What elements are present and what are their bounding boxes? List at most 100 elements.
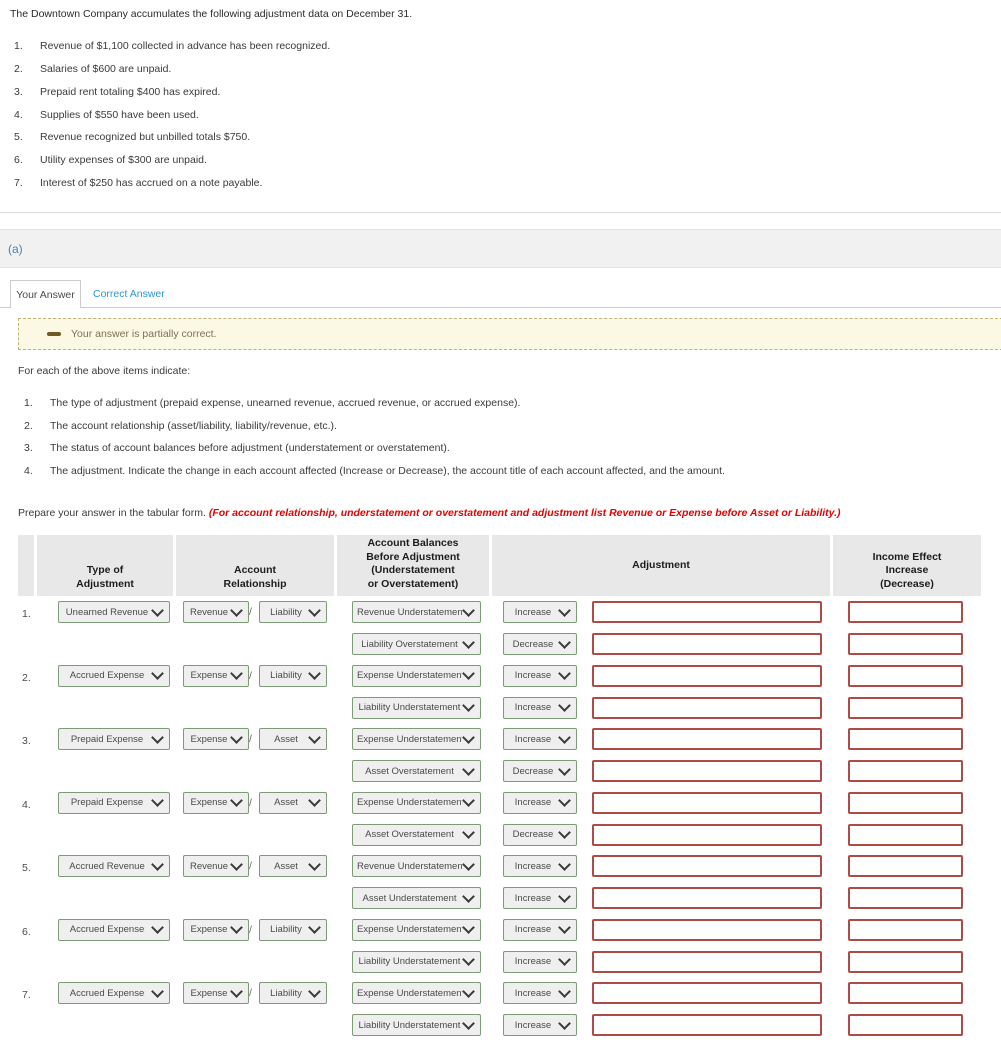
account-title-input[interactable] <box>592 728 822 750</box>
amount-input[interactable] <box>848 982 963 1004</box>
amount-input[interactable] <box>848 791 963 814</box>
account-title-input[interactable] <box>592 760 822 782</box>
change-direction-value: Decrease <box>512 765 554 777</box>
change-direction-value: Increase <box>514 860 552 872</box>
change-direction-value: Increase <box>514 1019 552 1031</box>
change-direction-select[interactable]: Increase <box>503 950 577 973</box>
amount-input[interactable] <box>848 664 963 687</box>
account-title-input[interactable] <box>592 918 822 941</box>
chevron-down-icon <box>462 762 475 776</box>
chevron-down-icon <box>558 603 571 617</box>
balance-status-select[interactable]: Expense Understatement <box>352 728 481 750</box>
balance-status-select[interactable]: Expense Understatement <box>352 918 481 941</box>
answer-line: Expense Understatement Increase <box>0 791 1001 814</box>
answer-line: Liability Understatement Increase <box>0 950 1001 973</box>
balance-status-select[interactable]: Expense Understatement <box>352 791 481 814</box>
chevron-down-icon <box>558 699 571 712</box>
account-title-input[interactable] <box>592 1014 822 1036</box>
amount-input[interactable] <box>848 1014 963 1036</box>
account-title-input[interactable] <box>592 950 822 973</box>
change-direction-select[interactable]: Increase <box>503 855 577 877</box>
account-title-input[interactable] <box>592 664 822 687</box>
chevron-down-icon <box>462 984 475 998</box>
balance-status-select[interactable]: Asset Overstatement <box>352 760 481 782</box>
assignment-page: The Downtown Company accumulates the fol… <box>0 0 1001 1056</box>
account-title-input[interactable] <box>592 855 822 877</box>
amount-input[interactable] <box>848 760 963 782</box>
chevron-down-icon <box>462 667 475 680</box>
account-title-input[interactable] <box>592 791 822 814</box>
amount-input[interactable] <box>848 950 963 973</box>
tab-your-answer[interactable]: Your Answer <box>10 280 81 308</box>
chevron-down-icon <box>558 953 571 966</box>
balance-status-select[interactable]: Asset Understatement <box>352 887 481 909</box>
answer-table-body: 1. Unearned Revenue Revenue / Liability … <box>0 0 1001 1056</box>
answer-line: Asset Overstatement Decrease <box>0 823 1001 846</box>
answer-line: Asset Overstatement Decrease <box>0 760 1001 782</box>
change-direction-value: Increase <box>514 606 552 618</box>
account-title-input[interactable] <box>592 982 822 1004</box>
amount-input[interactable] <box>848 823 963 846</box>
change-direction-value: Decrease <box>512 638 554 650</box>
table-row: 5. Accrued Revenue Revenue / Asset Reven… <box>0 855 1001 909</box>
change-direction-select[interactable]: Decrease <box>503 633 577 655</box>
change-direction-select[interactable]: Decrease <box>503 760 577 782</box>
balance-status-value: Liability Understatement <box>358 956 461 967</box>
table-row: 7. Accrued Expense Expense / Liability E… <box>0 982 1001 1036</box>
chevron-down-icon <box>462 699 475 712</box>
amount-input[interactable] <box>848 855 963 877</box>
change-direction-select[interactable]: Increase <box>503 791 577 814</box>
chevron-down-icon <box>558 762 571 776</box>
change-direction-value: Decrease <box>512 829 554 840</box>
chevron-down-icon <box>462 730 475 744</box>
amount-input[interactable] <box>848 728 963 750</box>
balance-status-select[interactable]: Liability Understatement <box>352 1014 481 1036</box>
account-title-input[interactable] <box>592 633 822 655</box>
balance-status-select[interactable]: Liability Overstatement <box>352 633 481 655</box>
account-title-input[interactable] <box>592 887 822 909</box>
account-title-input[interactable] <box>592 601 822 623</box>
answer-line: Liability Understatement Increase <box>0 696 1001 719</box>
chevron-down-icon <box>558 667 571 680</box>
balance-status-select[interactable]: Revenue Understatement <box>352 855 481 877</box>
balance-status-value: Asset Overstatement <box>365 765 454 777</box>
account-title-input[interactable] <box>592 823 822 846</box>
amount-input[interactable] <box>848 696 963 719</box>
balance-status-select[interactable]: Expense Understatement <box>352 982 481 1004</box>
change-direction-value: Increase <box>514 924 552 935</box>
change-direction-value: Increase <box>514 797 552 808</box>
amount-input[interactable] <box>848 918 963 941</box>
balance-status-select[interactable]: Liability Understatement <box>352 696 481 719</box>
chevron-down-icon <box>558 730 571 744</box>
account-title-input[interactable] <box>592 696 822 719</box>
chevron-down-icon <box>462 603 475 617</box>
change-direction-value: Increase <box>514 956 552 967</box>
answer-line: Expense Understatement Increase <box>0 982 1001 1004</box>
change-direction-select[interactable]: Increase <box>503 982 577 1004</box>
change-direction-select[interactable]: Increase <box>503 918 577 941</box>
answer-line: Expense Understatement Increase <box>0 728 1001 750</box>
answer-line: Revenue Understatement Increase <box>0 601 1001 623</box>
balance-status-value: Liability Overstatement <box>361 638 458 650</box>
balance-status-select[interactable]: Asset Overstatement <box>352 823 481 846</box>
balance-status-select[interactable]: Revenue Understatement <box>352 601 481 623</box>
balance-status-value: Asset Understatement <box>362 892 457 904</box>
amount-input[interactable] <box>848 601 963 623</box>
chevron-down-icon <box>462 921 475 934</box>
balance-status-select[interactable]: Liability Understatement <box>352 950 481 973</box>
balance-status-value: Revenue Understatement <box>357 860 462 872</box>
amount-input[interactable] <box>848 887 963 909</box>
balance-status-select[interactable]: Expense Understatement <box>352 664 481 687</box>
change-direction-select[interactable]: Decrease <box>503 823 577 846</box>
chevron-down-icon <box>558 794 571 807</box>
amount-input[interactable] <box>848 633 963 655</box>
balance-status-value: Asset Overstatement <box>365 829 454 840</box>
change-direction-select[interactable]: Increase <box>503 664 577 687</box>
answer-line: Liability Overstatement Decrease <box>0 633 1001 655</box>
change-direction-select[interactable]: Increase <box>503 728 577 750</box>
chevron-down-icon <box>462 1016 475 1030</box>
change-direction-select[interactable]: Increase <box>503 887 577 909</box>
change-direction-select[interactable]: Increase <box>503 601 577 623</box>
change-direction-select[interactable]: Increase <box>503 1014 577 1036</box>
change-direction-select[interactable]: Increase <box>503 696 577 719</box>
